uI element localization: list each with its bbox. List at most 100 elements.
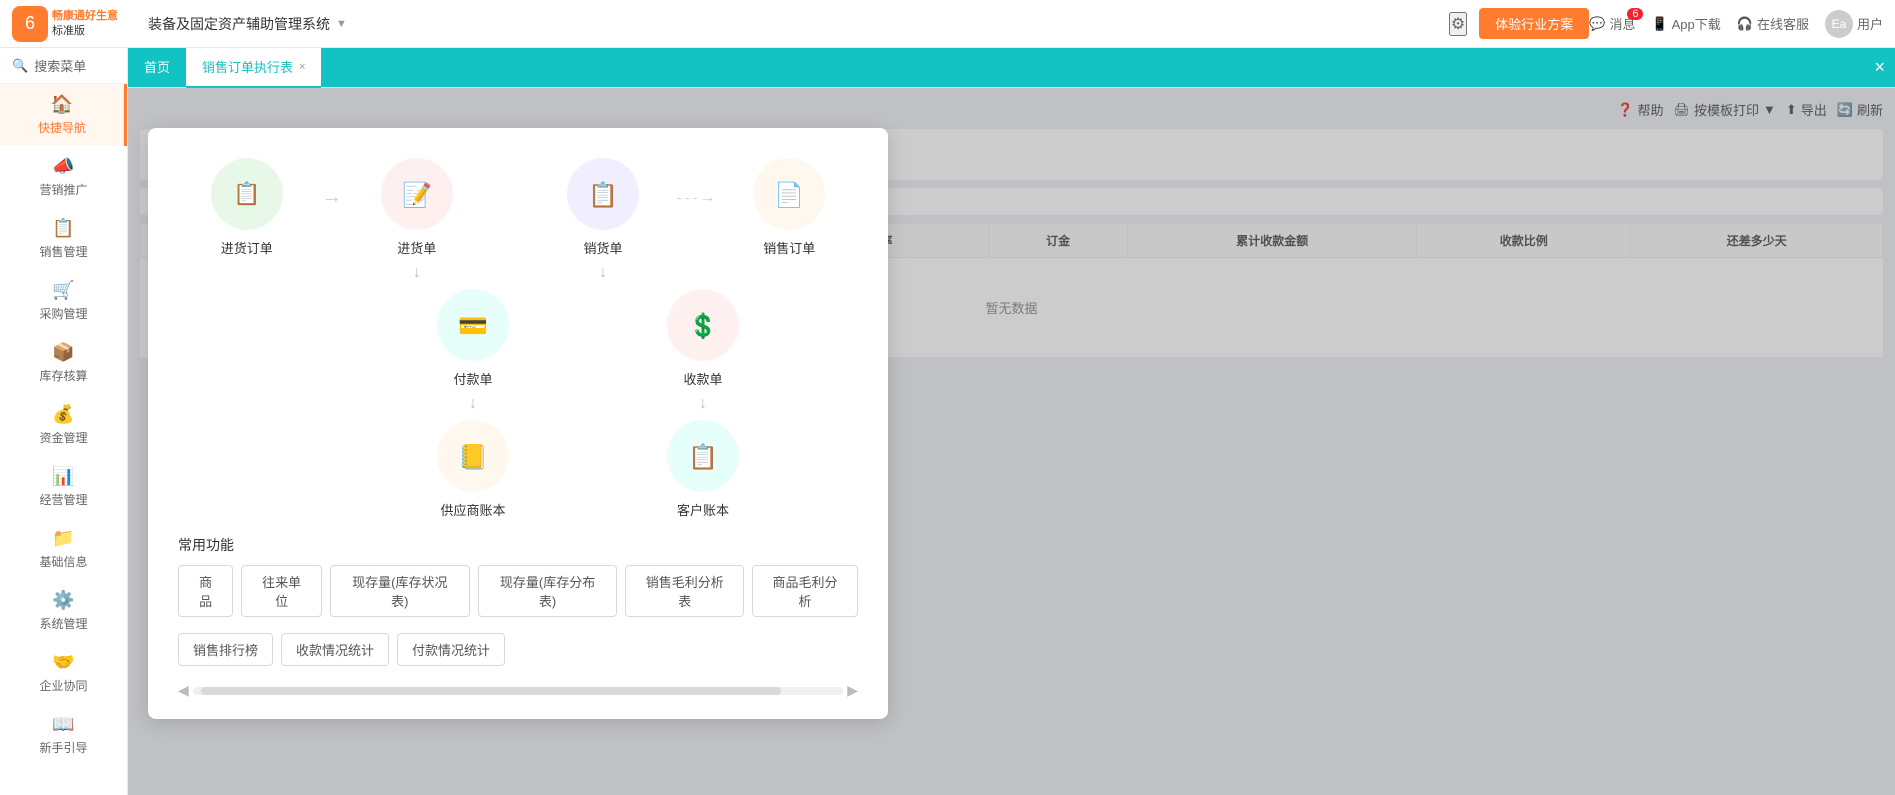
logo-icon: 6 — [12, 6, 48, 42]
dashed-arrow-1: - - -→ — [672, 189, 721, 207]
logo-area: 6 畅康通好生意 标准版 — [12, 6, 140, 42]
arrow-1: → — [316, 186, 348, 209]
message-button[interactable]: 💬 消息 6 — [1589, 14, 1635, 33]
v-arrow-payment: ↓ — [388, 388, 558, 420]
scroll-left-arrow[interactable]: ◀ — [178, 682, 189, 699]
marketing-icon: 📣 — [52, 156, 74, 177]
svg-text:📋: 📋 — [233, 181, 260, 206]
receipt-label: 收款单 — [683, 369, 722, 388]
message-badge: 6 — [1627, 8, 1643, 20]
common-function-btn[interactable]: 现存量(库存状况表) — [330, 565, 470, 617]
sidebar-item-quick-nav[interactable]: 🏠 快捷导航 — [0, 84, 127, 146]
receipt-node[interactable]: 💲 收款单 — [618, 289, 788, 388]
payment-label: 付款单 — [453, 369, 492, 388]
common-function-btn[interactable]: 付款情况统计 — [397, 633, 505, 666]
receipt-icon: 💲 — [667, 289, 739, 361]
purchase-order-icon: 📋 — [211, 158, 283, 230]
common-function-btn[interactable]: 现存量(库存分布表) — [478, 565, 618, 617]
search-menu[interactable]: 🔍 搜索菜单 — [0, 48, 127, 84]
user-area[interactable]: Ea 用户 — [1825, 10, 1883, 38]
flow-row-3: 📒 供应商账本 📋 — [178, 420, 858, 519]
sidebar-label-corp: 企业协同 — [39, 677, 87, 694]
supplier-ledger-node[interactable]: 📒 供应商账本 — [388, 420, 558, 519]
sidebar-label-inventory: 库存核算 — [39, 367, 87, 384]
common-function-btn[interactable]: 往来单位 — [241, 565, 322, 617]
common-function-btn[interactable]: 收款情况统计 — [281, 633, 389, 666]
scroll-track[interactable] — [193, 687, 843, 695]
tab-sales-order[interactable]: 销售订单执行表 × — [186, 48, 321, 88]
sales-icon: 📋 — [52, 218, 74, 239]
payment-node[interactable]: 💳 付款单 — [388, 289, 558, 388]
sidebar-label-system: 系统管理 — [39, 615, 87, 632]
sidebar-item-purchase[interactable]: 🛒 采购管理 — [0, 270, 127, 332]
trial-button[interactable]: 体验行业方案 — [1479, 8, 1589, 39]
modal: 📋 进货订单 → 📝 — [148, 128, 888, 719]
scroll-bar-row: ◀ ▶ — [178, 682, 858, 699]
purchase-order-label: 进货订单 — [221, 238, 273, 257]
top-right-area: 💬 消息 6 📱 App下载 🎧 在线客服 Ea 用户 — [1589, 10, 1883, 38]
dropdown-icon[interactable]: ▼ — [336, 18, 347, 30]
sidebar-label-purchase: 采购管理 — [39, 305, 87, 322]
sidebar-item-system[interactable]: ⚙️ 系统管理 — [0, 580, 127, 642]
svg-text:📒: 📒 — [458, 444, 488, 471]
common-btn-row-1: 商品往来单位现存量(库存状况表)现存量(库存分布表)销售毛利分析表商品毛利分析 — [178, 565, 858, 617]
content-area: 首页 销售订单执行表 × × ❓ 帮助 🖨 — [128, 48, 1895, 795]
close-tab-icon[interactable]: × — [299, 61, 305, 73]
close-all-button[interactable]: × — [1874, 57, 1885, 78]
scroll-area: ◀ ▶ — [178, 682, 858, 699]
sidebar-item-basic[interactable]: 📁 基础信息 — [0, 518, 127, 580]
operation-icon: 📊 — [52, 466, 74, 487]
sidebar-item-newbie[interactable]: 📖 新手引导 — [0, 704, 127, 766]
tab-home[interactable]: 首页 — [128, 48, 186, 88]
online-service-button[interactable]: 🎧 在线客服 — [1737, 14, 1809, 33]
sidebar-item-finance[interactable]: 💰 资金管理 — [0, 394, 127, 456]
purchase-bill-node[interactable]: 📝 进货单 — [348, 158, 486, 257]
search-icon: 🔍 — [12, 58, 28, 74]
logo-text: 畅康通好生意 标准版 — [52, 9, 118, 38]
common-function-btn[interactable]: 商品 — [178, 565, 233, 617]
purchase-bill-label: 进货单 — [397, 238, 436, 257]
svg-text:💳: 💳 — [458, 313, 488, 340]
customer-ledger-icon: 📋 — [667, 420, 739, 492]
sale-order-node[interactable]: 📄 销售订单 — [720, 158, 858, 257]
sidebar-label-finance: 资金管理 — [39, 429, 87, 446]
common-btn-row-2: 销售排行榜收款情况统计付款情况统计 — [178, 633, 505, 666]
customer-ledger-label: 客户账本 — [677, 500, 729, 519]
gear-button[interactable]: ⚙ — [1449, 12, 1467, 36]
finance-icon: 💰 — [52, 404, 74, 425]
svg-text:📋: 📋 — [588, 181, 618, 209]
flow-diagram: 📋 进货订单 → 📝 — [178, 158, 858, 519]
flow-row-2: 💳 付款单 💲 — [178, 289, 858, 388]
corp-icon: 🤝 — [52, 652, 74, 673]
scroll-right-arrow[interactable]: ▶ — [847, 682, 858, 699]
sidebar: 🔍 搜索菜单 🏠 快捷导航 📣 营销推广 📋 销售管理 🛒 采购管理 📦 — [0, 48, 128, 795]
app-download-button[interactable]: 📱 App下载 — [1651, 14, 1720, 33]
common-function-btn[interactable]: 商品毛利分析 — [752, 565, 858, 617]
customer-ledger-node[interactable]: 📋 客户账本 — [618, 420, 788, 519]
logo-line1: 畅康通好生意 — [52, 9, 118, 23]
sidebar-item-operation[interactable]: 📊 经营管理 — [0, 456, 127, 518]
tab-bar: 首页 销售订单执行表 × × — [128, 48, 1895, 88]
sidebar-item-corp[interactable]: 🤝 企业协同 — [0, 642, 127, 704]
basic-icon: 📁 — [52, 528, 74, 549]
sidebar-label-newbie: 新手引导 — [39, 739, 87, 756]
sale-bill-node[interactable]: 📋 销货单 — [534, 158, 672, 257]
scroll-thumb — [201, 687, 781, 695]
purchase-order-node[interactable]: 📋 进货订单 — [178, 158, 316, 257]
common-function-btn[interactable]: 销售毛利分析表 — [625, 565, 744, 617]
purchase-icon: 🛒 — [52, 280, 74, 301]
v-arrows-row-2: ↓ ↓ — [178, 388, 858, 420]
download-icon: 📱 — [1651, 16, 1667, 32]
sale-bill-label: 销货单 — [584, 238, 623, 257]
sidebar-label-basic: 基础信息 — [39, 553, 87, 570]
payment-icon: 💳 — [437, 289, 509, 361]
svg-text:📄: 📄 — [774, 181, 804, 209]
svg-text:💲: 💲 — [688, 312, 718, 340]
newbie-icon: 📖 — [52, 714, 74, 735]
common-function-btn[interactable]: 销售排行榜 — [178, 633, 273, 666]
sidebar-item-marketing[interactable]: 📣 营销推广 — [0, 146, 127, 208]
sidebar-item-inventory[interactable]: 📦 库存核算 — [0, 332, 127, 394]
purchase-bill-icon: 📝 — [381, 158, 453, 230]
sidebar-item-sales[interactable]: 📋 销售管理 — [0, 208, 127, 270]
svg-text:📋: 📋 — [688, 443, 718, 471]
